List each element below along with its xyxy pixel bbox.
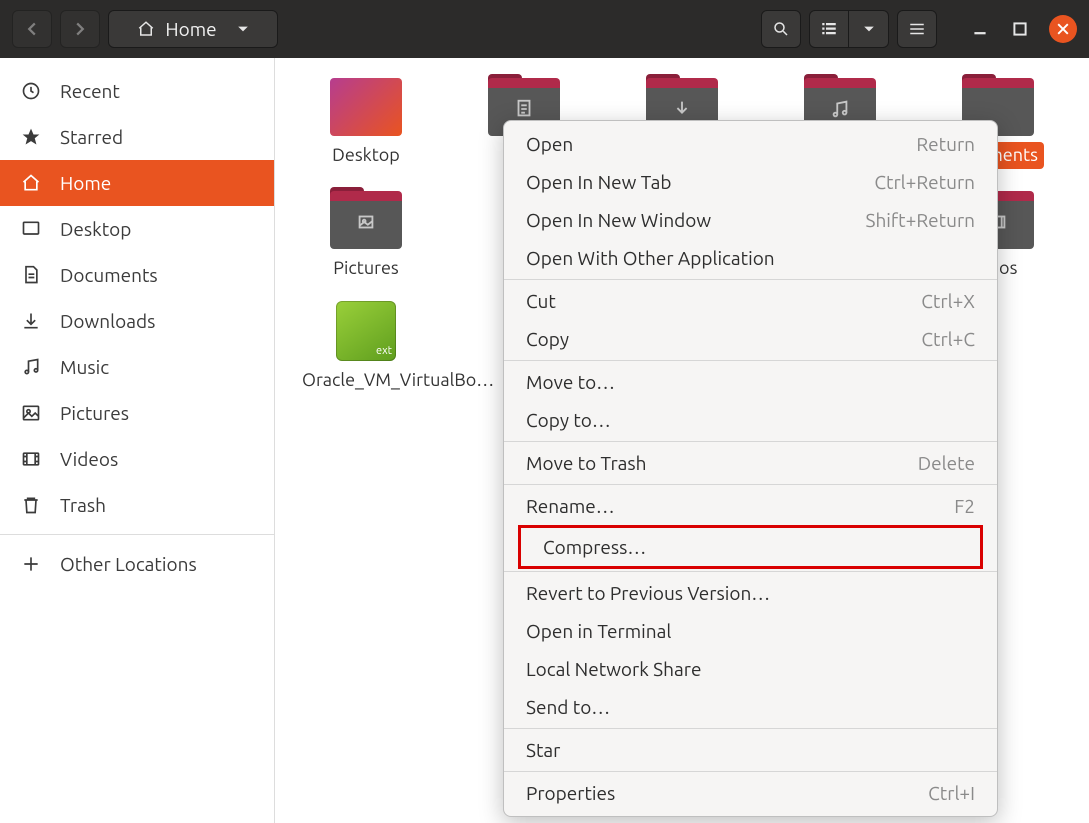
close-button[interactable] <box>1049 15 1077 43</box>
maximize-button[interactable] <box>1009 18 1031 40</box>
sidebar-item-label: Home <box>60 172 111 194</box>
file-item-desktop[interactable]: Desktop <box>287 76 445 169</box>
sidebar-item-label: Recent <box>60 80 120 102</box>
sidebar-item-label: Starred <box>60 126 123 148</box>
sidebar-item-downloads[interactable]: Downloads <box>0 298 274 344</box>
sidebar-item-label: Other Locations <box>60 553 197 575</box>
sidebar-item-pictures[interactable]: Pictures <box>0 390 274 436</box>
sidebar-item-other-locations[interactable]: Other Locations <box>0 541 274 587</box>
desktop-folder-icon <box>330 78 402 136</box>
ctx-send-to[interactable]: Send to… <box>504 688 997 726</box>
trash-icon <box>20 495 42 515</box>
view-options-button[interactable] <box>849 10 889 48</box>
titlebar: Home <box>0 0 1089 58</box>
ctx-separator <box>504 571 997 572</box>
ctx-move-to-trash[interactable]: Move to TrashDelete <box>504 444 997 482</box>
sidebar-item-videos[interactable]: Videos <box>0 436 274 482</box>
ctx-open[interactable]: OpenReturn <box>504 125 997 163</box>
ctx-separator <box>504 279 997 280</box>
minimize-button[interactable] <box>969 18 991 40</box>
hamburger-menu-button[interactable] <box>897 10 937 48</box>
ctx-separator <box>504 360 997 361</box>
ctx-separator <box>504 771 997 772</box>
sidebar-item-label: Downloads <box>60 310 155 332</box>
clock-icon <box>20 81 42 101</box>
highlight-annotation: Compress… <box>518 525 983 569</box>
file-label: Oracle_VM_VirtualBo… <box>296 367 436 394</box>
ctx-cut[interactable]: CutCtrl+X <box>504 282 997 320</box>
ctx-copy[interactable]: CopyCtrl+C <box>504 320 997 358</box>
star-icon <box>20 127 42 147</box>
location-bar[interactable]: Home <box>108 10 278 48</box>
ctx-separator <box>504 728 997 729</box>
download-icon <box>20 311 42 331</box>
file-item-pictures[interactable]: Pictures <box>287 189 445 282</box>
sidebar-separator <box>0 534 274 535</box>
window-controls <box>969 15 1077 43</box>
sidebar-item-recent[interactable]: Recent <box>0 68 274 114</box>
documents-icon <box>20 265 42 285</box>
file-label: Desktop <box>326 142 406 169</box>
sidebar-item-documents[interactable]: Documents <box>0 252 274 298</box>
ctx-move-to[interactable]: Move to… <box>504 363 997 401</box>
sidebar-item-label: Trash <box>60 494 106 516</box>
desktop-icon <box>20 219 42 239</box>
ctx-open-new-tab[interactable]: Open In New TabCtrl+Return <box>504 163 997 201</box>
ctx-open-with-other[interactable]: Open With Other Application <box>504 239 997 277</box>
ctx-rename[interactable]: Rename…F2 <box>504 487 997 525</box>
ctx-separator <box>504 441 997 442</box>
extension-pack-icon: ext <box>336 301 396 361</box>
nav-forward-button[interactable] <box>60 10 100 48</box>
music-icon <box>20 357 42 377</box>
view-mode-group <box>809 10 889 48</box>
sidebar-item-label: Desktop <box>60 218 131 240</box>
ctx-revert[interactable]: Revert to Previous Version… <box>504 574 997 612</box>
folder-icon <box>330 195 402 249</box>
video-icon <box>20 449 42 469</box>
sidebar-item-label: Music <box>60 356 109 378</box>
sidebar-item-desktop[interactable]: Desktop <box>0 206 274 252</box>
ctx-open-terminal[interactable]: Open in Terminal <box>504 612 997 650</box>
sidebar-item-label: Videos <box>60 448 118 470</box>
sidebar-item-starred[interactable]: Starred <box>0 114 274 160</box>
ctx-open-new-window[interactable]: Open In New WindowShift+Return <box>504 201 997 239</box>
file-item-virtualbox-ext[interactable]: ext Oracle_VM_VirtualBo… <box>287 301 445 420</box>
ctx-separator <box>504 484 997 485</box>
chevron-down-icon <box>237 23 249 35</box>
ctx-star[interactable]: Star <box>504 731 997 769</box>
sidebar-item-music[interactable]: Music <box>0 344 274 390</box>
list-view-button[interactable] <box>809 10 849 48</box>
sidebar-item-trash[interactable]: Trash <box>0 482 274 528</box>
plus-icon <box>20 554 42 574</box>
home-icon <box>20 173 42 193</box>
ctx-copy-to[interactable]: Copy to… <box>504 401 997 439</box>
home-icon <box>137 20 155 38</box>
nav-back-button[interactable] <box>12 10 52 48</box>
sidebar-item-home[interactable]: Home <box>0 160 274 206</box>
sidebar: Recent Starred Home Desktop Documents Do… <box>0 58 275 823</box>
location-label: Home <box>165 18 216 40</box>
ctx-properties[interactable]: PropertiesCtrl+I <box>504 774 997 812</box>
sidebar-item-label: Pictures <box>60 402 129 424</box>
sidebar-item-label: Documents <box>60 264 158 286</box>
ctx-local-network-share[interactable]: Local Network Share <box>504 650 997 688</box>
context-menu: OpenReturn Open In New TabCtrl+Return Op… <box>503 120 998 817</box>
picture-icon <box>20 403 42 423</box>
file-label: Pictures <box>327 255 404 282</box>
ctx-compress[interactable]: Compress… <box>521 528 980 566</box>
search-button[interactable] <box>761 10 801 48</box>
